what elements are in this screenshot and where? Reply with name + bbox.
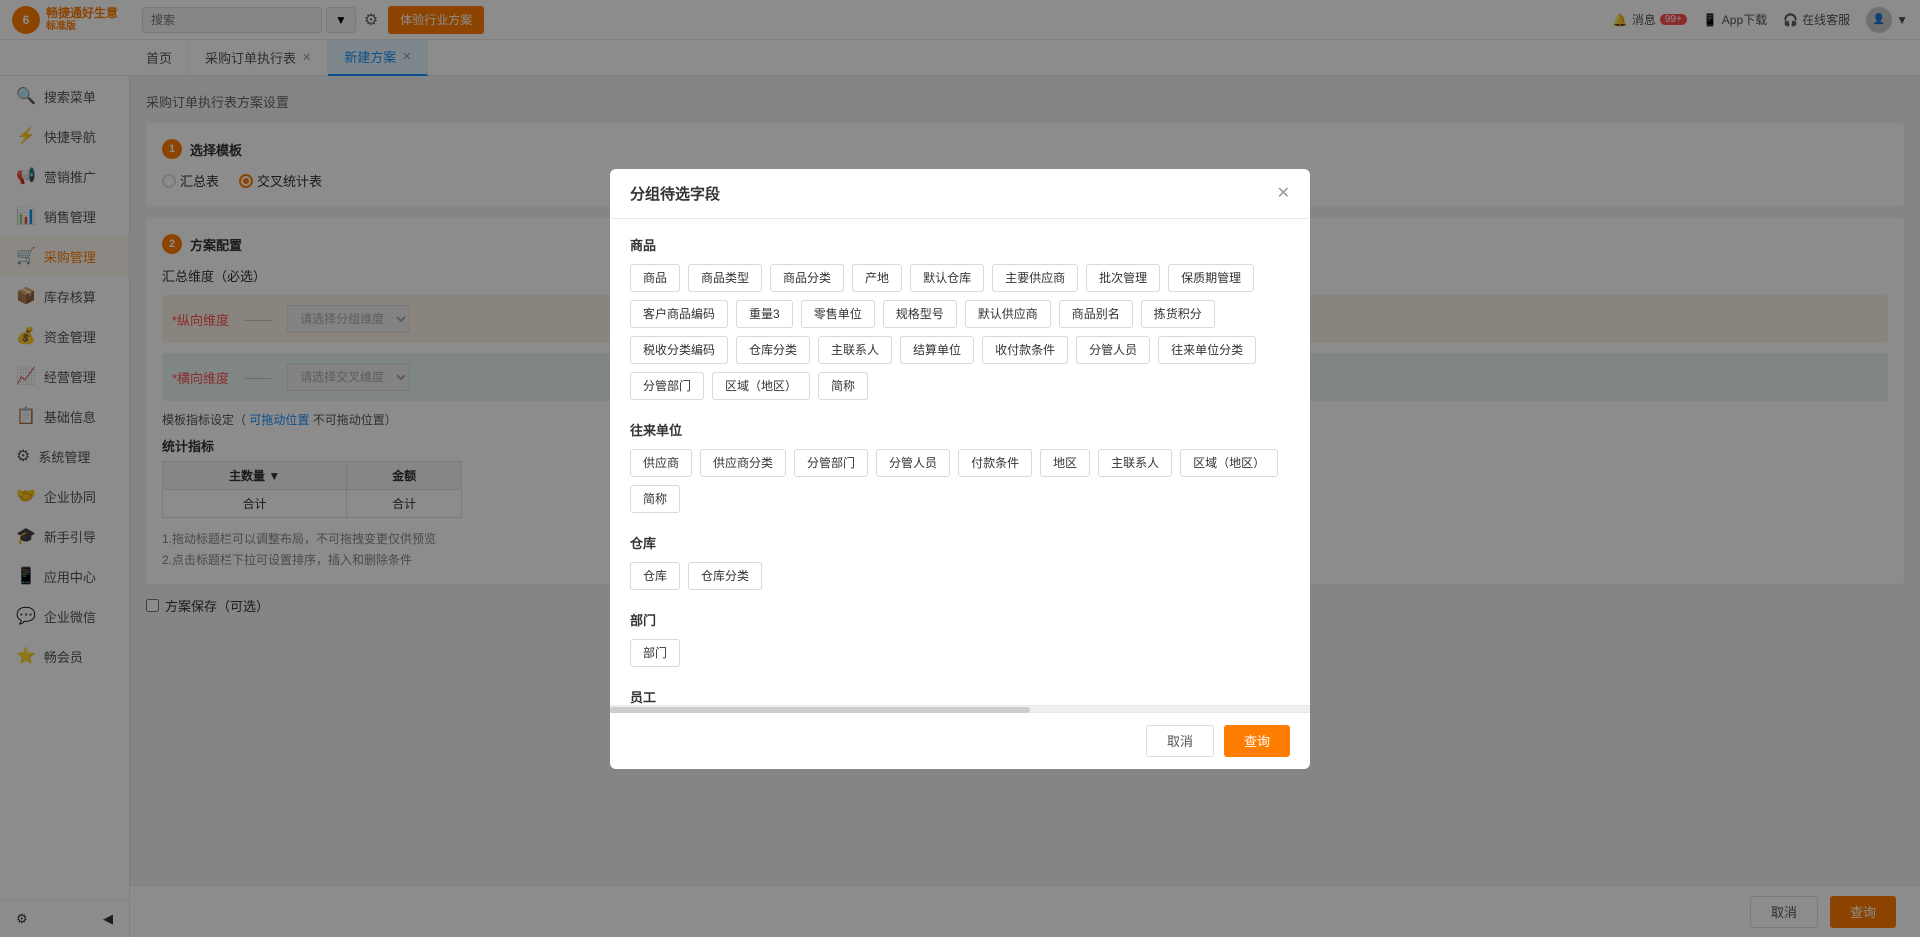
field-tag[interactable]: 主联系人 xyxy=(1098,449,1172,477)
field-tag[interactable]: 保质期管理 xyxy=(1168,264,1254,292)
field-tag[interactable]: 结算单位 xyxy=(900,336,974,364)
modal-dialog: 分组待选字段 ✕ 商品商品商品类型商品分类产地默认仓库主要供应商批次管理保质期管… xyxy=(610,169,1310,769)
field-section-title-product: 商品 xyxy=(630,235,1290,254)
field-tag[interactable]: 供应商 xyxy=(630,449,692,477)
field-tag[interactable]: 简称 xyxy=(818,372,868,400)
field-tag[interactable]: 商品别名 xyxy=(1059,300,1133,328)
field-tag[interactable]: 客户商品编码 xyxy=(630,300,728,328)
field-tag[interactable]: 地区 xyxy=(1040,449,1090,477)
field-tag[interactable]: 分管部门 xyxy=(630,372,704,400)
field-tag[interactable]: 默认仓库 xyxy=(910,264,984,292)
field-tags-department: 部门 xyxy=(630,639,1290,667)
field-tag[interactable]: 商品类型 xyxy=(688,264,762,292)
field-tag[interactable]: 仓库分类 xyxy=(736,336,810,364)
field-tag[interactable]: 重量3 xyxy=(736,300,793,328)
modal-cancel-button[interactable]: 取消 xyxy=(1146,725,1214,757)
field-tag[interactable]: 分管人员 xyxy=(1076,336,1150,364)
field-tags-partner: 供应商供应商分类分管部门分管人员付款条件地区主联系人区域（地区） 简称 xyxy=(630,449,1290,513)
field-section-partner: 往来单位供应商供应商分类分管部门分管人员付款条件地区主联系人区域（地区） 简称 xyxy=(630,420,1290,513)
field-tag[interactable]: 仓库 xyxy=(630,562,680,590)
field-tag[interactable]: 付款条件 xyxy=(958,449,1032,477)
field-tags-warehouse: 仓库仓库分类 xyxy=(630,562,1290,590)
field-section-title-partner: 往来单位 xyxy=(630,420,1290,439)
field-tag[interactable]: 税收分类编码 xyxy=(630,336,728,364)
modal-confirm-button[interactable]: 查询 xyxy=(1224,725,1290,757)
field-tag[interactable]: 规格型号 xyxy=(883,300,957,328)
field-tag[interactable]: 往来单位分类 xyxy=(1158,336,1256,364)
field-section-warehouse: 仓库仓库仓库分类 xyxy=(630,533,1290,590)
modal-scrollbar-x xyxy=(610,705,1310,711)
field-tag[interactable]: 供应商分类 xyxy=(700,449,786,477)
field-section-title-employee: 员工 xyxy=(630,687,1290,706)
field-section-department: 部门部门 xyxy=(630,610,1290,667)
field-tag[interactable]: 部门 xyxy=(630,639,680,667)
field-tag[interactable]: 主联系人 xyxy=(818,336,892,364)
field-tag[interactable]: 商品分类 xyxy=(770,264,844,292)
field-tag[interactable]: 区域（地区） xyxy=(712,372,810,400)
field-tag[interactable]: 分管部门 xyxy=(794,449,868,477)
modal-title: 分组待选字段 xyxy=(630,183,720,204)
field-section-title-warehouse: 仓库 xyxy=(630,533,1290,552)
field-tags-product: 商品商品类型商品分类产地默认仓库主要供应商批次管理保质期管理客户商品编码重量3 零… xyxy=(630,264,1290,400)
modal-footer: 取消 查询 xyxy=(610,712,1310,769)
field-tag[interactable]: 主要供应商 xyxy=(992,264,1078,292)
field-tag[interactable]: 区域（地区） xyxy=(1180,449,1278,477)
field-tag[interactable]: 产地 xyxy=(852,264,902,292)
field-section-title-department: 部门 xyxy=(630,610,1290,629)
field-tag[interactable]: 简称 xyxy=(630,485,680,513)
field-tag[interactable]: 仓库分类 xyxy=(688,562,762,590)
field-tag[interactable]: 批次管理 xyxy=(1086,264,1160,292)
modal-close-button[interactable]: ✕ xyxy=(1277,183,1290,203)
modal-header: 分组待选字段 ✕ xyxy=(610,169,1310,219)
field-tag[interactable]: 零售单位 xyxy=(801,300,875,328)
field-section-product: 商品商品商品类型商品分类产地默认仓库主要供应商批次管理保质期管理客户商品编码重量… xyxy=(630,235,1290,400)
field-section-employee: 员工业务员 xyxy=(630,687,1290,706)
field-tag[interactable]: 收付款条件 xyxy=(982,336,1068,364)
field-tag[interactable]: 分管人员 xyxy=(876,449,950,477)
modal-overlay: 分组待选字段 ✕ 商品商品商品类型商品分类产地默认仓库主要供应商批次管理保质期管… xyxy=(0,0,1920,937)
field-tag[interactable]: 默认供应商 xyxy=(965,300,1051,328)
modal-scrollbar-thumb xyxy=(610,707,1030,713)
field-tag[interactable]: 商品 xyxy=(630,264,680,292)
field-tag[interactable]: 拣货积分 xyxy=(1141,300,1215,328)
modal-body[interactable]: 商品商品商品类型商品分类产地默认仓库主要供应商批次管理保质期管理客户商品编码重量… xyxy=(610,219,1310,706)
